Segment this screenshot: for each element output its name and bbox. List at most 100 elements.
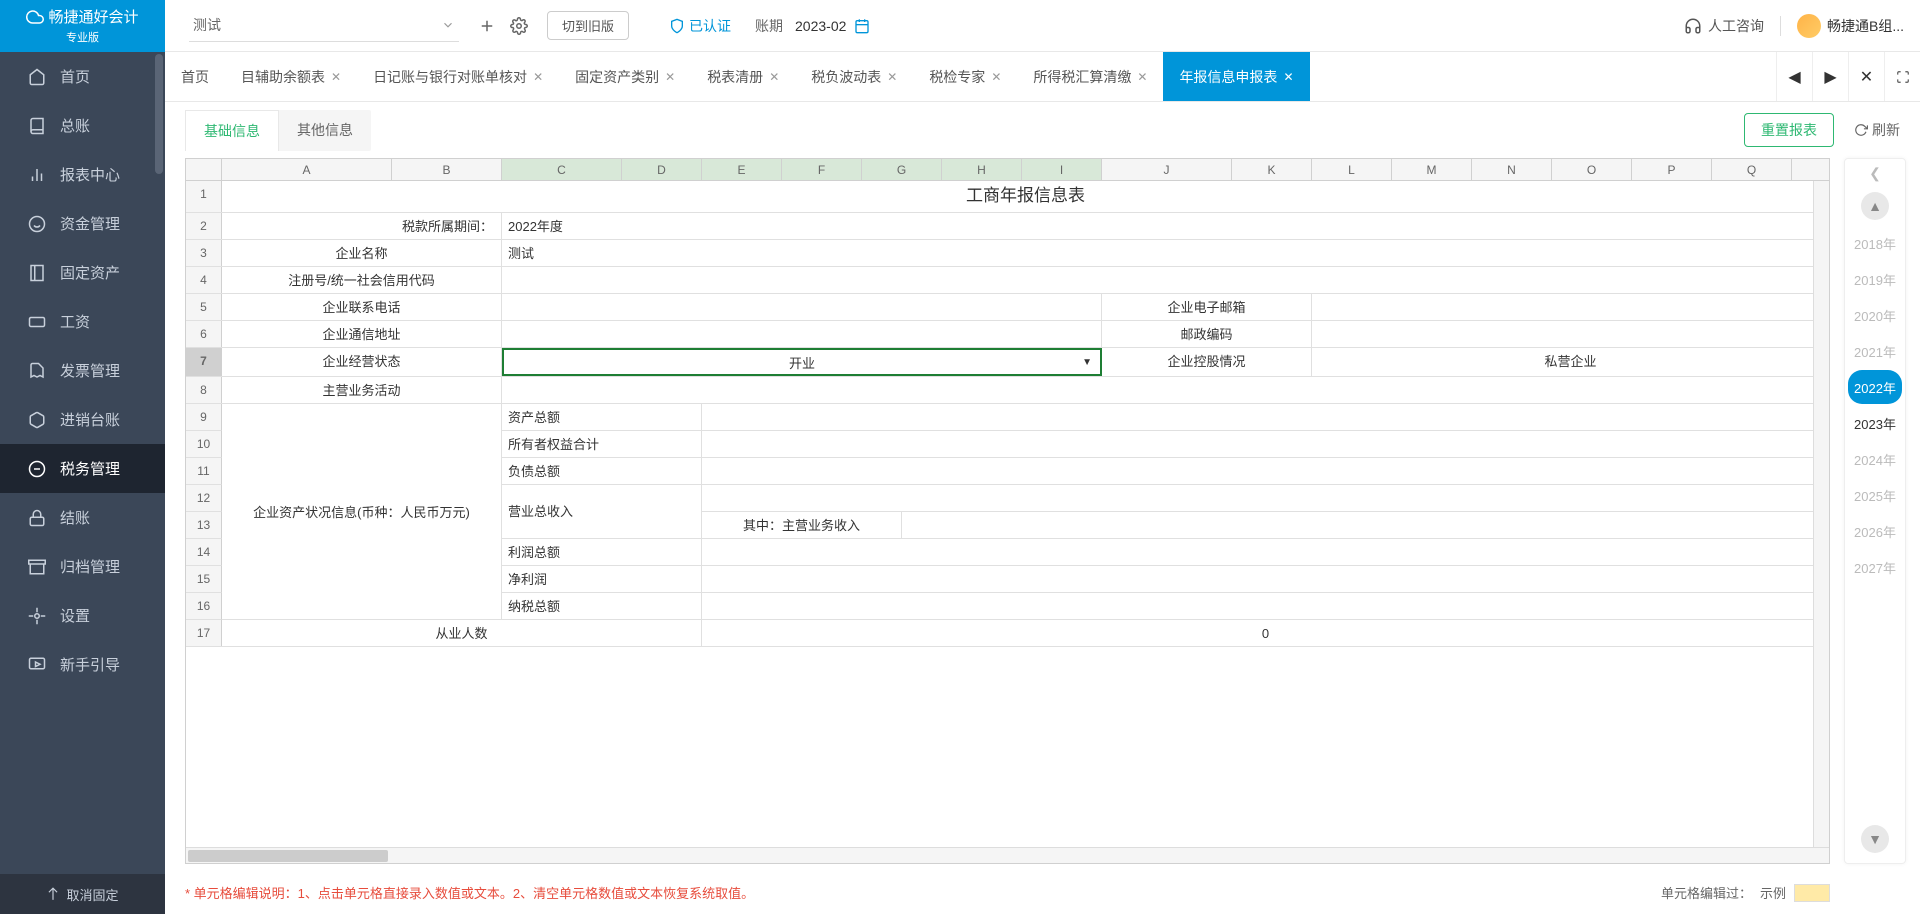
cell-label[interactable]: 净利润 — [502, 566, 702, 592]
cell[interactable] — [902, 512, 1829, 539]
cell-label[interactable]: 邮政编码 — [1102, 321, 1312, 347]
row-header[interactable]: 13 — [186, 512, 222, 539]
sidebar-item-closing[interactable]: 结账 — [0, 493, 165, 542]
year-option[interactable]: 2025年 — [1848, 478, 1902, 512]
row-header[interactable]: 5 — [186, 294, 222, 320]
sidebar-item-salary[interactable]: 工资 — [0, 297, 165, 346]
cell-label[interactable]: 企业联系电话 — [222, 294, 502, 320]
cell-label[interactable]: 企业经营状态 — [222, 348, 502, 376]
col-header[interactable]: L — [1312, 159, 1392, 180]
h-scrollbar[interactable] — [186, 847, 1829, 863]
close-icon[interactable]: ✕ — [331, 70, 341, 84]
cell[interactable] — [702, 404, 1829, 430]
year-down[interactable]: ▼ — [1861, 825, 1889, 853]
row-header[interactable]: 12 — [186, 485, 222, 512]
col-header[interactable]: D — [622, 159, 702, 180]
year-up[interactable]: ▲ — [1861, 192, 1889, 220]
subtab-other[interactable]: 其他信息 — [279, 110, 371, 151]
col-header[interactable]: B — [392, 159, 502, 180]
period-value[interactable]: 2023-02 — [795, 18, 846, 34]
cell[interactable] — [702, 539, 1829, 565]
cell[interactable] — [702, 431, 1829, 457]
fullscreen-button[interactable] — [1884, 52, 1920, 101]
sidebar-scrollbar[interactable] — [155, 54, 163, 174]
row-header[interactable]: 4 — [186, 267, 222, 293]
cell[interactable] — [702, 458, 1829, 484]
sidebar-item-invoice[interactable]: 发票管理 — [0, 346, 165, 395]
cell[interactable] — [702, 593, 1829, 619]
sidebar-item-funds[interactable]: 资金管理 — [0, 199, 165, 248]
row-header[interactable]: 9 — [186, 404, 222, 431]
close-icon[interactable]: ✕ — [665, 70, 675, 84]
col-header[interactable]: O — [1552, 159, 1632, 180]
asset-group-label[interactable]: 企业资产状况信息(币种：人民币万元) — [222, 404, 502, 620]
col-header[interactable]: K — [1232, 159, 1312, 180]
sidebar-item-reports[interactable]: 报表中心 — [0, 150, 165, 199]
cell[interactable] — [502, 321, 1102, 347]
cell[interactable]: 2022年度 — [502, 213, 1102, 239]
tab-aux-balance[interactable]: 目辅助余额表✕ — [225, 52, 357, 101]
cell-label[interactable]: 企业电子邮箱 — [1102, 294, 1312, 320]
col-header[interactable]: I — [1022, 159, 1102, 180]
year-option[interactable]: 2021年 — [1848, 334, 1902, 368]
row-header[interactable]: 3 — [186, 240, 222, 266]
sidebar-item-guide[interactable]: 新手引导 — [0, 640, 165, 689]
tabs-close-all[interactable]: ✕ — [1848, 52, 1884, 101]
cell[interactable]: 测试 — [502, 240, 1102, 266]
year-option[interactable]: 2020年 — [1848, 298, 1902, 332]
tab-annual-report[interactable]: 年报信息申报表✕ — [1163, 52, 1309, 101]
row-header[interactable]: 11 — [186, 458, 222, 485]
sidebar-item-inventory[interactable]: 进销台账 — [0, 395, 165, 444]
cell-label[interactable]: 企业通信地址 — [222, 321, 502, 347]
cell[interactable] — [702, 566, 1829, 592]
cell[interactable] — [1102, 267, 1829, 293]
cell-label[interactable]: 税款所属期间： — [222, 213, 502, 239]
row-header[interactable]: 1 — [186, 181, 222, 212]
tab-tax-fluctuation[interactable]: 税负波动表✕ — [795, 52, 913, 101]
close-icon[interactable]: ✕ — [1137, 70, 1147, 84]
col-header[interactable]: C — [502, 159, 622, 180]
consult-button[interactable]: 人工咨询 — [1684, 16, 1764, 36]
cell-label[interactable]: 企业控股情况 — [1102, 348, 1312, 376]
reset-button[interactable]: 重置报表 — [1744, 113, 1834, 147]
add-button[interactable] — [471, 10, 503, 42]
col-header[interactable]: E — [702, 159, 782, 180]
cell-label[interactable]: 营业总收入 — [502, 485, 702, 539]
close-icon[interactable]: ✕ — [887, 70, 897, 84]
col-header[interactable]: P — [1632, 159, 1712, 180]
cell-label[interactable]: 负债总额 — [502, 458, 702, 484]
cell-label[interactable]: 从业人数 — [222, 620, 702, 646]
cell[interactable] — [1102, 240, 1829, 266]
sidebar-item-home[interactable]: 首页 — [0, 52, 165, 101]
col-header[interactable]: J — [1102, 159, 1232, 180]
year-option[interactable]: 2023年 — [1848, 406, 1902, 440]
calendar-icon[interactable] — [854, 18, 870, 34]
user-menu[interactable]: 畅捷通B组... — [1797, 14, 1904, 38]
col-header[interactable]: Q — [1712, 159, 1792, 180]
close-icon[interactable]: ✕ — [991, 70, 1001, 84]
subtab-basic[interactable]: 基础信息 — [185, 110, 279, 151]
cell-label[interactable]: 其中：主营业务收入 — [702, 512, 902, 539]
tab-tax-register[interactable]: 税表清册✕ — [691, 52, 795, 101]
row-header[interactable]: 16 — [186, 593, 222, 620]
cell[interactable] — [1312, 294, 1829, 320]
cell[interactable] — [502, 377, 1102, 403]
cell-label[interactable]: 纳税总额 — [502, 593, 702, 619]
tabs-next[interactable]: ▶ — [1812, 52, 1848, 101]
row-header[interactable]: 8 — [186, 377, 222, 403]
row-header[interactable]: 6 — [186, 321, 222, 347]
old-version-button[interactable]: 切到旧版 — [547, 11, 629, 40]
cell[interactable] — [702, 485, 1829, 512]
cell-label[interactable]: 注册号/统一社会信用代码 — [222, 267, 502, 293]
company-selector[interactable]: 测试 — [189, 10, 459, 42]
cell[interactable] — [1102, 377, 1829, 403]
tab-home[interactable]: 首页 — [165, 52, 225, 101]
cell[interactable] — [1312, 321, 1829, 347]
cell-label[interactable]: 利润总额 — [502, 539, 702, 565]
refresh-button[interactable]: 刷新 — [1854, 120, 1900, 140]
cell-label[interactable]: 所有者权益合计 — [502, 431, 702, 457]
row-header[interactable]: 15 — [186, 566, 222, 593]
sidebar-item-assets[interactable]: 固定资产 — [0, 248, 165, 297]
cell[interactable] — [502, 294, 1102, 320]
settings-button[interactable] — [503, 10, 535, 42]
